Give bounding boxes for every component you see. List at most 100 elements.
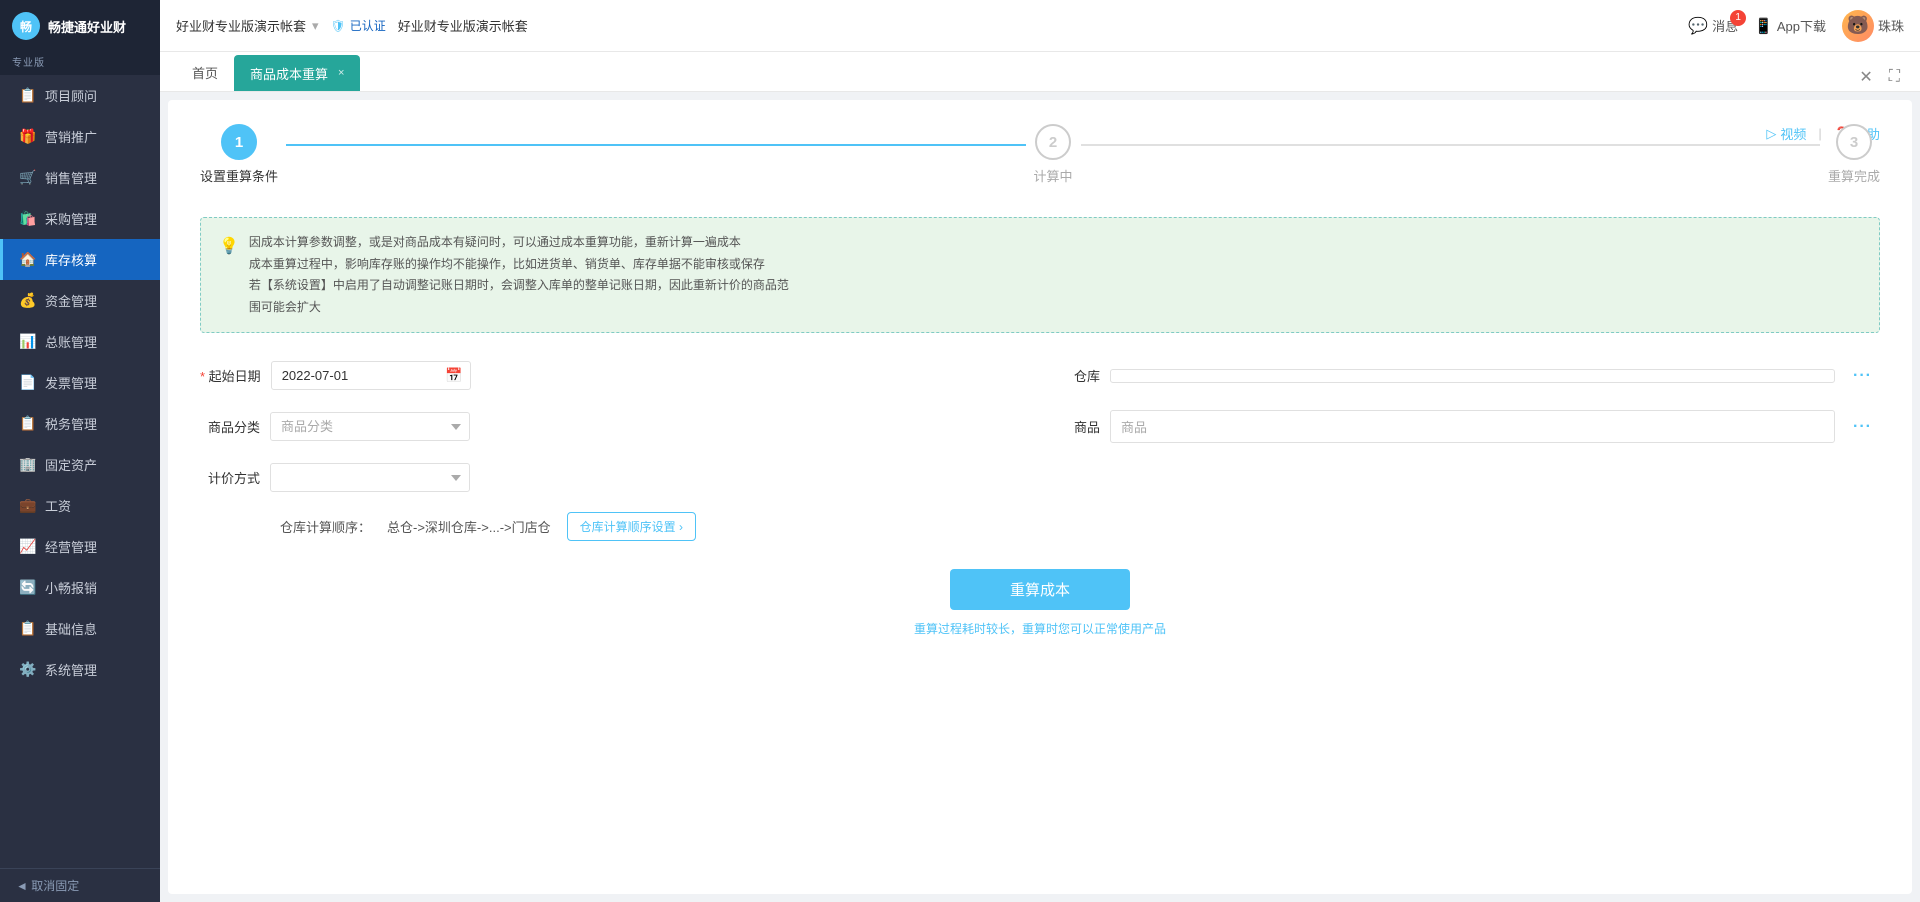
account-selector[interactable]: 好业财专业版演示帐套 ▾: [176, 16, 319, 35]
form-row-2: 商品分类 商品分类 商品 商品 ···: [200, 410, 1880, 443]
start-date-input[interactable]: [271, 361, 471, 390]
info-box: 💡 因成本计算参数调整，或是对商品成本有疑问时，可以通过成本重算功能，重新计算一…: [200, 217, 1880, 333]
topbar: 好业财专业版演示帐套 ▾ 🛡 已认证 好业财专业版演示帐套 💬 消息 1 📱 A…: [160, 0, 1920, 52]
user-avatar-button[interactable]: 🐻 珠珠: [1842, 10, 1904, 42]
finance-icon: 💰: [19, 292, 37, 310]
system-icon: ⚙️: [19, 661, 37, 679]
sidebar-item-expense[interactable]: 🔄 小畅报销: [0, 567, 160, 608]
sidebar-item-sales[interactable]: 🛒 销售管理: [0, 157, 160, 198]
app-title: 畅捷通好业财: [48, 17, 126, 36]
sidebar-label: 销售管理: [45, 168, 97, 187]
sidebar-label: 基础信息: [45, 619, 97, 638]
recalc-button[interactable]: 重算成本: [950, 569, 1130, 610]
step-3-label: 重算完成: [1828, 166, 1880, 185]
basic-icon: 📋: [19, 620, 37, 638]
start-date-group: 起始日期 📅: [200, 361, 1040, 390]
info-line-1: 因成本计算参数调整，或是对商品成本有疑问时，可以通过成本重算功能，重新计算一遍成…: [249, 232, 789, 254]
play-icon: ▷: [1766, 126, 1776, 142]
sidebar-item-project[interactable]: 📋 项目顾问: [0, 75, 160, 116]
tab-active-label: 商品成本重算: [250, 64, 328, 83]
messages-button[interactable]: 💬 消息 1: [1688, 16, 1738, 36]
sidebar-label: 发票管理: [45, 373, 97, 392]
info-content: 因成本计算参数调整，或是对商品成本有疑问时，可以通过成本重算功能，重新计算一遍成…: [249, 232, 789, 318]
sidebar-item-salary[interactable]: 💼 工资: [0, 485, 160, 526]
salary-icon: 💼: [19, 497, 37, 515]
warehouse-group: 仓库 ···: [1040, 363, 1880, 389]
expense-icon: 🔄: [19, 579, 37, 597]
stepper: 1 设置重算条件 2 计算中 3 重算完成 ▷ 视频: [200, 124, 1880, 185]
category-group: 商品分类 商品分类: [200, 412, 1040, 441]
app-subtitle: 专业版: [0, 52, 160, 75]
sales-icon: 🛒: [19, 169, 37, 187]
sidebar-label: 系统管理: [45, 660, 97, 679]
calendar-icon[interactable]: 📅: [445, 367, 462, 384]
sidebar-label: 税务管理: [45, 414, 97, 433]
project-icon: 📋: [19, 87, 37, 105]
sidebar-item-accounting[interactable]: 📊 总账管理: [0, 321, 160, 362]
sidebar-header: 畅 畅捷通好业财: [0, 0, 160, 52]
info-line-4: 围可能会扩大: [249, 297, 789, 319]
step-1-label: 设置重算条件: [200, 166, 278, 185]
warehouse-order-settings-button[interactable]: 仓库计算顺序设置 ›: [567, 512, 696, 541]
recalc-btn-label: 重算成本: [1010, 582, 1070, 599]
category-select[interactable]: 商品分类: [270, 412, 470, 441]
sidebar-item-operations[interactable]: 📈 经营管理: [0, 526, 160, 567]
sidebar-label: 库存核算: [45, 250, 97, 269]
app-download-label: App下载: [1777, 16, 1826, 35]
warehouse-order-btn-label: 仓库计算顺序设置 ›: [580, 518, 683, 535]
sidebar-unpin-button[interactable]: ◄ 取消固定: [0, 868, 160, 902]
product-dots-btn[interactable]: ···: [1845, 414, 1880, 440]
product-group: 商品 商品 ···: [1040, 410, 1880, 443]
sidebar-label: 总账管理: [45, 332, 97, 351]
tabs-right-actions: ✕ ⛶: [1855, 63, 1904, 91]
sidebar-item-system[interactable]: ⚙️ 系统管理: [0, 649, 160, 690]
main-action-row: 重算成本 重算过程耗时较长，重算时您可以正常使用产品: [200, 569, 1880, 637]
start-date-input-wrap: 📅: [271, 361, 471, 390]
dropdown-icon: ▾: [312, 18, 319, 34]
sidebar-item-purchase[interactable]: 🛍️ 采购管理: [0, 198, 160, 239]
tab-close-icon[interactable]: ×: [338, 67, 344, 79]
step-line-2: [1081, 144, 1820, 146]
verified-label: 已认证: [350, 17, 386, 34]
sidebar-label: 固定资产: [45, 455, 97, 474]
warehouse-input[interactable]: [1110, 369, 1835, 383]
start-date-label: 起始日期: [200, 366, 261, 385]
sidebar-item-basic[interactable]: 📋 基础信息: [0, 608, 160, 649]
sidebar-item-finance[interactable]: 💰 资金管理: [0, 280, 160, 321]
purchase-icon: 🛍️: [19, 210, 37, 228]
product-label: 商品: [1040, 417, 1100, 436]
tab-home[interactable]: 首页: [176, 55, 234, 91]
product-input[interactable]: 商品: [1110, 410, 1835, 443]
mobile-icon: 📱: [1754, 17, 1773, 35]
sidebar-label: 资金管理: [45, 291, 97, 310]
expand-panel-icon[interactable]: ⛶: [1885, 64, 1904, 90]
pricing-select[interactable]: [270, 463, 470, 492]
inventory-icon: 🏠: [19, 251, 37, 269]
unpin-label: ◄ 取消固定: [16, 877, 79, 894]
warehouse-dots-btn[interactable]: ···: [1845, 363, 1880, 389]
sidebar-item-tax[interactable]: 📋 税务管理: [0, 403, 160, 444]
pricing-label: 计价方式: [200, 468, 260, 487]
form-row-1: 起始日期 📅 仓库 ···: [200, 361, 1880, 390]
step-1-circle: 1: [221, 124, 257, 160]
sidebar-item-inventory[interactable]: 🏠 库存核算: [0, 239, 160, 280]
sidebar-item-marketing[interactable]: 🎁 营销推广: [0, 116, 160, 157]
invoice-icon: 📄: [19, 374, 37, 392]
step-2-label: 计算中: [1034, 166, 1073, 185]
app-logo-icon: 畅: [12, 12, 40, 40]
tab-cost-recalc[interactable]: 商品成本重算 ×: [234, 55, 360, 91]
video-link[interactable]: ▷ 视频: [1766, 124, 1806, 143]
product-placeholder: 商品: [1121, 420, 1147, 435]
sidebar-item-invoice[interactable]: 📄 发票管理: [0, 362, 160, 403]
user-name: 珠珠: [1878, 16, 1904, 35]
tax-icon: 📋: [19, 415, 37, 433]
sidebar-label: 小畅报销: [45, 578, 97, 597]
app-download-button[interactable]: 📱 App下载: [1754, 16, 1826, 35]
close-panel-icon[interactable]: ✕: [1855, 63, 1876, 91]
sidebar-nav: 📋 项目顾问 🎁 营销推广 🛒 销售管理 🛍️ 采购管理 🏠 库存核算 💰 资金…: [0, 75, 160, 868]
warehouse-order-label: 仓库计算顺序：: [280, 517, 371, 536]
chat-icon: 💬: [1688, 16, 1708, 36]
marketing-icon: 🎁: [19, 128, 37, 146]
sidebar-item-assets[interactable]: 🏢 固定资产: [0, 444, 160, 485]
step-1: 1 设置重算条件: [200, 124, 278, 185]
